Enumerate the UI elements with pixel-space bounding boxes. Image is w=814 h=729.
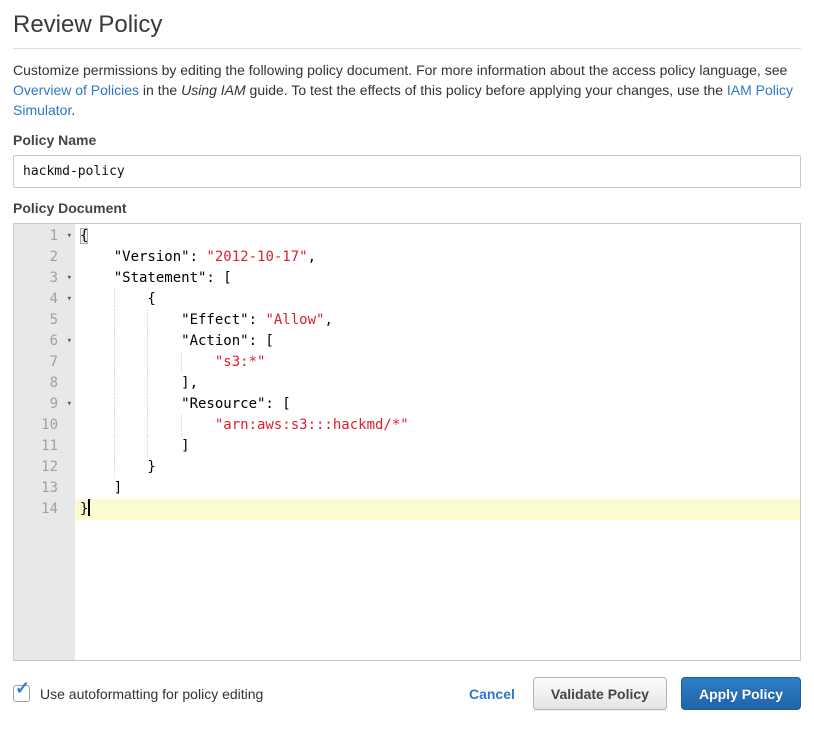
policy-name-label: Policy Name <box>13 132 801 148</box>
autoformat-label: Use autoformatting for policy editing <box>40 686 263 702</box>
indent-guide <box>114 394 115 415</box>
code-line[interactable]: { <box>75 226 800 247</box>
footer-bar: ✓ Use autoformatting for policy editing … <box>13 677 801 710</box>
code-token: ] <box>80 438 190 454</box>
indent-guide <box>114 436 115 457</box>
code-line[interactable]: "Statement": [ <box>75 268 800 289</box>
code-line[interactable]: } <box>75 499 800 520</box>
code-string-token: "s3:*" <box>215 354 266 370</box>
code-line[interactable]: "arn:aws:s3:::hackmd/*" <box>75 415 800 436</box>
indent-guide <box>147 436 148 457</box>
code-string-token: "2012-10-17" <box>206 249 307 265</box>
indent-guide <box>147 373 148 394</box>
policy-document-editor[interactable]: 1▾23▾4▾56▾789▾1011121314 { "Version": "2… <box>13 223 801 661</box>
fold-toggle-icon[interactable]: ▾ <box>67 268 72 289</box>
gutter-line-number: 12 <box>14 457 75 478</box>
code-line[interactable]: ] <box>75 478 800 499</box>
code-token: } <box>80 501 88 517</box>
fold-toggle-icon[interactable]: ▾ <box>67 226 72 247</box>
code-token: "Action": [ <box>80 333 274 349</box>
code-line[interactable]: { <box>75 289 800 310</box>
gutter-line-number: 8 <box>14 373 75 394</box>
indent-guide <box>114 331 115 352</box>
indent-guide <box>147 415 148 436</box>
indent-guide <box>147 331 148 352</box>
code-line[interactable]: ], <box>75 373 800 394</box>
gutter-line-number: 1▾ <box>14 226 75 247</box>
gutter-line-number: 6▾ <box>14 331 75 352</box>
code-line[interactable]: "Resource": [ <box>75 394 800 415</box>
indent-guide <box>147 352 148 373</box>
gutter-line-number: 4▾ <box>14 289 75 310</box>
description-text: guide. To test the effects of this polic… <box>246 82 727 98</box>
indent-guide <box>181 352 182 373</box>
code-token: ], <box>80 375 198 391</box>
code-line[interactable]: "Effect": "Allow", <box>75 310 800 331</box>
gutter-line-number: 13 <box>14 478 75 499</box>
indent-guide <box>181 415 182 436</box>
code-token: "Statement": [ <box>80 270 232 286</box>
indent-guide <box>114 457 115 478</box>
autoformat-option[interactable]: ✓ Use autoformatting for policy editing <box>13 685 263 702</box>
indent-guide <box>114 415 115 436</box>
code-token: } <box>80 459 156 475</box>
policy-document-label: Policy Document <box>13 200 801 216</box>
description-text: . <box>71 102 75 118</box>
text-cursor <box>88 499 90 516</box>
gutter-line-number: 10 <box>14 415 75 436</box>
autoformat-checkbox[interactable]: ✓ <box>13 685 30 702</box>
gutter-line-number: 9▾ <box>14 394 75 415</box>
code-string-token: "arn:aws:s3:::hackmd/*" <box>215 417 409 433</box>
review-policy-page: Review Policy Customize permissions by e… <box>0 10 814 710</box>
gutter-line-number: 3▾ <box>14 268 75 289</box>
code-line[interactable]: "Version": "2012-10-17", <box>75 247 800 268</box>
italic-text: Using IAM <box>181 82 246 98</box>
checkmark-icon: ✓ <box>15 679 30 697</box>
code-line[interactable]: "Action": [ <box>75 331 800 352</box>
fold-toggle-icon[interactable]: ▾ <box>67 394 72 415</box>
gutter-line-number: 11 <box>14 436 75 457</box>
code-token: , <box>324 312 332 328</box>
description-text: Customize permissions by editing the fol… <box>13 62 787 78</box>
code-token: { <box>80 291 156 307</box>
inline-link[interactable]: Overview of Policies <box>13 82 139 98</box>
code-token: { <box>80 228 88 244</box>
gutter-line-number: 5 <box>14 310 75 331</box>
code-line[interactable]: } <box>75 457 800 478</box>
apply-policy-button[interactable]: Apply Policy <box>681 677 801 710</box>
code-token: "Resource": [ <box>80 396 291 412</box>
description: Customize permissions by editing the fol… <box>13 60 799 120</box>
gutter-line-number: 14 <box>14 499 75 520</box>
indent-guide <box>114 289 115 310</box>
indent-guide <box>114 352 115 373</box>
footer-actions: Cancel Validate Policy Apply Policy <box>469 677 801 710</box>
code-line[interactable]: "s3:*" <box>75 352 800 373</box>
fold-toggle-icon[interactable]: ▾ <box>67 331 72 352</box>
code-string-token: "Allow" <box>265 312 324 328</box>
code-token: "Version": <box>80 249 206 265</box>
policy-name-input[interactable] <box>13 155 801 188</box>
gutter-line-number: 2 <box>14 247 75 268</box>
editor-code-area[interactable]: { "Version": "2012-10-17", "Statement": … <box>75 224 800 660</box>
indent-guide <box>114 310 115 331</box>
description-text: in the <box>139 82 181 98</box>
code-line[interactable]: ] <box>75 436 800 457</box>
validate-policy-button[interactable]: Validate Policy <box>533 677 667 710</box>
indent-guide <box>114 373 115 394</box>
indent-guide <box>147 394 148 415</box>
code-token: , <box>308 249 316 265</box>
gutter-line-number: 7 <box>14 352 75 373</box>
indent-guide <box>147 310 148 331</box>
editor-gutter: 1▾23▾4▾56▾789▾1011121314 <box>14 224 75 660</box>
title-divider <box>13 48 801 49</box>
cancel-link[interactable]: Cancel <box>469 686 515 702</box>
page-title: Review Policy <box>13 10 801 40</box>
fold-toggle-icon[interactable]: ▾ <box>67 289 72 310</box>
code-token: "Effect": <box>80 312 265 328</box>
code-token: ] <box>80 480 122 496</box>
